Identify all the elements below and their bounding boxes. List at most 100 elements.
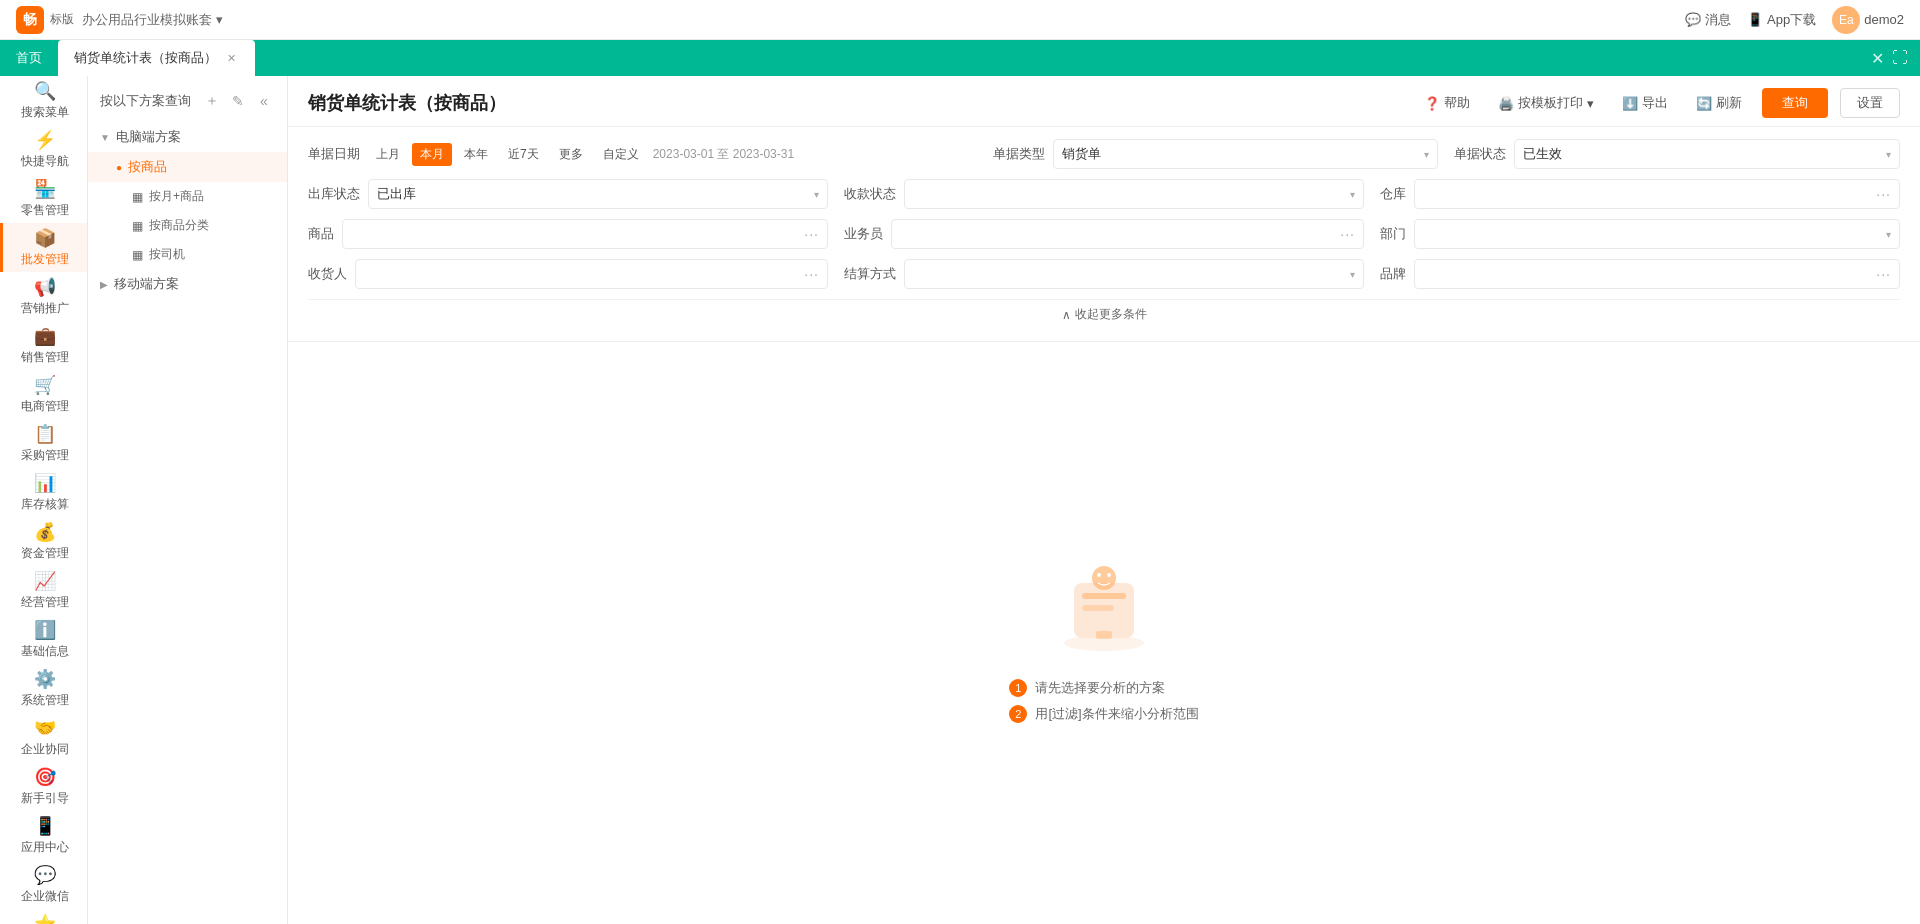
avatar-initial: Ea: [1839, 13, 1854, 27]
sidebar-item-purchase[interactable]: 📋 采购管理: [0, 419, 87, 468]
out-status-label: 出库状态: [308, 185, 360, 203]
quick-nav-icon: ⚡: [34, 129, 56, 151]
export-btn[interactable]: ⬇️ 导出: [1614, 90, 1676, 116]
out-status-value: 已出库: [377, 185, 814, 203]
left-panel-header: 按以下方案查询 ＋ ✎ «: [88, 84, 287, 118]
sidebar-item-marketing[interactable]: 📢 营销推广: [0, 272, 87, 321]
sidebar-item-app-center[interactable]: 📱 应用中心: [0, 811, 87, 860]
tab-report-close[interactable]: ✕: [223, 50, 239, 66]
tree-sub-item-by-category-label: 按商品分类: [149, 217, 209, 234]
sidebar-item-quick-nav[interactable]: ⚡ 快捷导航: [0, 125, 87, 174]
empty-tip-2: 2 用[过滤]条件来缩小分析范围: [1009, 705, 1198, 723]
sidebar-label-app-center: 应用中心: [21, 839, 69, 856]
sidebar-item-inventory[interactable]: 📊 库存核算: [0, 468, 87, 517]
tree-sub-item-by-category[interactable]: ▦ 按商品分类: [88, 211, 287, 240]
date-tab-current-year[interactable]: 本年: [456, 143, 496, 166]
date-tab-last7[interactable]: 近7天: [500, 143, 547, 166]
doc-type-label: 单据类型: [993, 145, 1045, 163]
sidebar-item-system[interactable]: ⚙️ 系统管理: [0, 664, 87, 713]
tree-group-desktop-label: 电脑端方案: [116, 128, 181, 146]
tree-sub-item-by-category-icon: ▦: [132, 219, 143, 233]
sidebar-label-sales: 销售管理: [21, 349, 69, 366]
wholesale-icon: 📦: [34, 227, 56, 249]
query-btn[interactable]: 查询: [1762, 88, 1828, 118]
doc-type-value: 销货单: [1062, 145, 1425, 163]
settlement-select[interactable]: ▾: [904, 259, 1364, 289]
sidebar-item-retail[interactable]: 🏪 零售管理: [0, 174, 87, 223]
sidebar-item-member[interactable]: ⭐ 畅会员: [0, 909, 87, 924]
filter-field-pay-status: 收款状态 ▾: [844, 179, 1364, 209]
pay-status-select[interactable]: ▾: [904, 179, 1364, 209]
print-arrow: ▾: [1587, 96, 1594, 111]
workspace-name: 办公用品行业模拟账套: [82, 11, 212, 29]
collapse-btn[interactable]: ∧ 收起更多条件: [308, 299, 1900, 329]
receiver-dots[interactable]: ···: [804, 266, 819, 282]
collapse-label: 收起更多条件: [1075, 306, 1147, 323]
tab-home[interactable]: 首页: [0, 40, 58, 76]
refresh-btn[interactable]: 🔄 刷新: [1688, 90, 1750, 116]
filter-row-3: 商品 ··· 业务员 ···: [308, 219, 1900, 249]
retail-icon: 🏪: [34, 178, 56, 200]
receiver-label: 收货人: [308, 265, 347, 283]
workspace-selector[interactable]: 办公用品行业模拟账套 ▾: [82, 11, 223, 29]
svg-point-6: [1107, 573, 1111, 577]
tree-group-mobile-header[interactable]: ▶ 移动端方案: [88, 269, 287, 299]
out-status-select[interactable]: 已出库 ▾: [368, 179, 828, 209]
tab-report[interactable]: 销货单统计表（按商品） ✕: [58, 40, 255, 76]
sidebar-item-search[interactable]: 🔍 搜索菜单: [0, 76, 87, 125]
sidebar-item-wechat[interactable]: 💬 企业微信: [0, 860, 87, 909]
collapse-panel-btn[interactable]: «: [253, 90, 275, 112]
receiver-control[interactable]: ···: [355, 259, 828, 289]
sidebar-item-guide[interactable]: 🎯 新手引导: [0, 762, 87, 811]
salesperson-control[interactable]: ···: [891, 219, 1364, 249]
product-control[interactable]: ···: [342, 219, 828, 249]
content-area: 按以下方案查询 ＋ ✎ «: [88, 76, 1920, 924]
app-download-btn[interactable]: 📱 App下载: [1747, 11, 1816, 29]
settings-btn[interactable]: 设置: [1840, 88, 1900, 118]
sidebar-label-purchase: 采购管理: [21, 447, 69, 464]
tree-group-desktop-header[interactable]: ▼ 电脑端方案: [88, 122, 287, 152]
brand-dots[interactable]: ···: [1876, 266, 1891, 282]
department-arrow: ▾: [1886, 229, 1891, 240]
print-btn[interactable]: 🖨️ 按模板打印 ▾: [1490, 90, 1602, 116]
department-select[interactable]: ▾: [1414, 219, 1900, 249]
date-tab-current-month[interactable]: 本月: [412, 143, 452, 166]
tab-expand-icon[interactable]: ⛶: [1892, 49, 1908, 67]
message-btn[interactable]: 💬 消息: [1685, 11, 1731, 29]
system-icon: ⚙️: [34, 668, 56, 690]
sidebar-item-enterprise[interactable]: 🤝 企业协同: [0, 713, 87, 762]
filter-field-brand: 品牌 ···: [1380, 259, 1900, 289]
tab-close-icon[interactable]: ✕: [1871, 49, 1884, 68]
sidebar-item-basic[interactable]: ℹ️ 基础信息: [0, 615, 87, 664]
user-area[interactable]: Ea demo2: [1832, 6, 1904, 34]
date-tab-custom[interactable]: 自定义: [595, 143, 647, 166]
salesperson-dots[interactable]: ···: [1340, 226, 1355, 242]
sidebar-item-finance[interactable]: 💰 资金管理: [0, 517, 87, 566]
brand-control[interactable]: ···: [1414, 259, 1900, 289]
warehouse-dots[interactable]: ···: [1876, 186, 1891, 202]
sidebar-item-ecommerce[interactable]: 🛒 电商管理: [0, 370, 87, 419]
sidebar-item-operations[interactable]: 📈 经营管理: [0, 566, 87, 615]
sidebar-item-wholesale[interactable]: 📦 批发管理: [0, 223, 87, 272]
tree-sub-item-by-machine[interactable]: ▦ 按司机: [88, 240, 287, 269]
product-dots[interactable]: ···: [804, 226, 819, 242]
product-label: 商品: [308, 225, 334, 243]
main-layout: 🔍 搜索菜单 ⚡ 快捷导航 🏪 零售管理 📦 批发管理 📢 营销推广 💼 销售管…: [0, 76, 1920, 924]
sidebar-item-sales[interactable]: 💼 销售管理: [0, 321, 87, 370]
doc-type-select[interactable]: 销货单 ▾: [1053, 139, 1439, 169]
date-tab-more[interactable]: 更多: [551, 143, 591, 166]
warehouse-control[interactable]: ···: [1414, 179, 1900, 209]
tree-sub-item-by-month-product[interactable]: ▦ 按月+商品: [88, 182, 287, 211]
tree-item-by-product[interactable]: ● 按商品: [88, 152, 287, 182]
left-panel: 按以下方案查询 ＋ ✎ «: [88, 76, 288, 924]
tree-sub-item-by-machine-label: 按司机: [149, 246, 185, 263]
tree-group-mobile-label: 移动端方案: [114, 275, 179, 293]
edit-scheme-btn[interactable]: ✎: [227, 90, 249, 112]
refresh-icon: 🔄: [1696, 96, 1712, 111]
help-btn[interactable]: ❓ 帮助: [1416, 90, 1478, 116]
add-scheme-btn[interactable]: ＋: [201, 90, 223, 112]
date-tab-last-month[interactable]: 上月: [368, 143, 408, 166]
doc-status-select[interactable]: 已生效 ▾: [1514, 139, 1900, 169]
filter-field-department: 部门 ▾: [1380, 219, 1900, 249]
app-download-icon: 📱: [1747, 12, 1763, 27]
